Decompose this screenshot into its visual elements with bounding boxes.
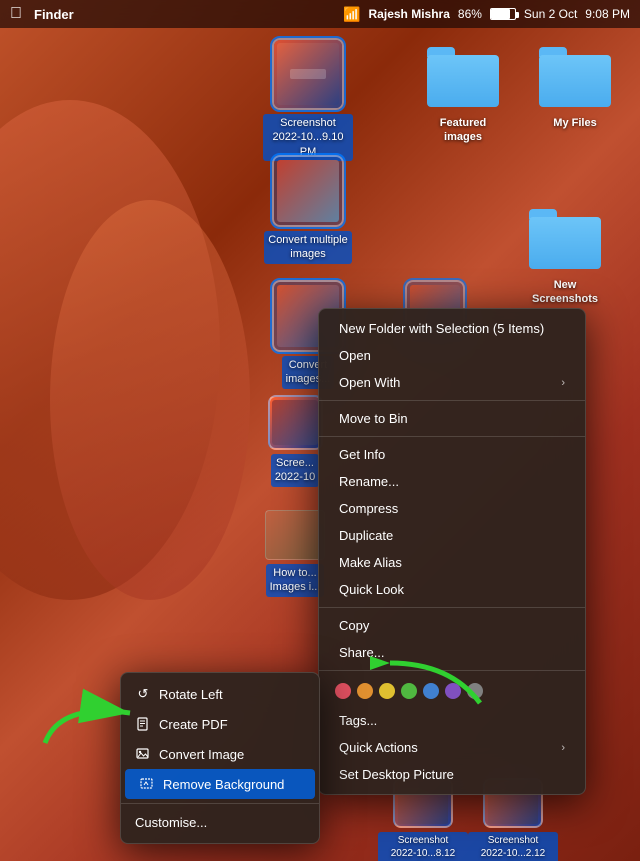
arrow-left-annotation — [30, 673, 140, 753]
menu-item-make-alias[interactable]: Make Alias — [323, 549, 581, 576]
menu-item-rename[interactable]: Rename... — [323, 468, 581, 495]
screenshot-bottom1-label: Screenshot2022-10...8.12 PM — [378, 832, 468, 861]
menu-item-compress[interactable]: Compress — [323, 495, 581, 522]
partial2-label: How to...Images i... — [266, 564, 325, 597]
arrow-right-annotation — [370, 633, 490, 713]
featured-images-label: Featured images — [418, 114, 508, 147]
menu-item-quick-actions[interactable]: Quick Actions › — [323, 734, 581, 761]
menu-item-duplicate[interactable]: Duplicate — [323, 522, 581, 549]
context-menu: New Folder with Selection (5 Items) Open… — [318, 308, 586, 795]
menu-item-set-desktop-picture[interactable]: Set Desktop Picture — [323, 761, 581, 788]
menu-item-quick-look[interactable]: Quick Look — [323, 576, 581, 603]
menu-item-get-info[interactable]: Get Info — [323, 441, 581, 468]
menu-item-new-folder[interactable]: New Folder with Selection (5 Items) — [323, 315, 581, 342]
menu-item-open[interactable]: Open — [323, 342, 581, 369]
username: Rajesh Mishra — [369, 7, 450, 21]
submenu-item-customise[interactable]: Customise... — [121, 808, 319, 837]
convert-multiple-thumbnail — [272, 155, 344, 227]
desktop:  Finder 📶 Rajesh Mishra 86% Sun 2 Oct 9… — [0, 0, 640, 861]
menubar-right: 📶 Rajesh Mishra 86% Sun 2 Oct 9:08 PM — [343, 6, 630, 23]
separator-1 — [319, 400, 585, 401]
desktop-icon-screenshot-main[interactable]: Screenshot2022-10...9.10 PM — [263, 38, 353, 161]
quick-actions-arrow-icon: › — [561, 742, 565, 754]
new-screenshots-thumbnail — [529, 200, 601, 272]
my-files-label: My Files — [549, 114, 600, 132]
date-display: Sun 2 Oct — [524, 7, 577, 21]
apple-menu-icon[interactable]:  — [10, 5, 22, 23]
time-display: 9:08 PM — [585, 7, 630, 21]
battery-percent: 86% — [458, 7, 482, 21]
remove-background-icon — [139, 776, 155, 792]
featured-images-thumbnail — [427, 38, 499, 110]
bg-decoration-2 — [50, 200, 250, 600]
partial1-label: Scree...2022-10 — [271, 454, 319, 487]
desktop-icon-my-files[interactable]: My Files — [530, 38, 620, 132]
menu-item-move-to-bin[interactable]: Move to Bin — [323, 405, 581, 432]
desktop-icon-new-screenshots[interactable]: New Screenshots — [520, 200, 610, 309]
screenshot-main-thumbnail — [272, 38, 344, 110]
desktop-icon-featured-images[interactable]: Featured images — [418, 38, 508, 147]
battery-indicator — [490, 8, 516, 20]
tag-red[interactable] — [335, 683, 351, 699]
my-files-thumbnail — [539, 38, 611, 110]
submenu-item-create-pdf[interactable]: Create PDF — [121, 709, 319, 739]
menu-item-open-with[interactable]: Open With › — [323, 369, 581, 396]
submenu-item-rotate-left[interactable]: ↺ Rotate Left — [121, 679, 319, 709]
screenshot-main-label: Screenshot2022-10...9.10 PM — [263, 114, 353, 161]
submenu-item-remove-background[interactable]: Remove Background — [125, 769, 315, 799]
submenu-separator — [121, 803, 319, 804]
new-screenshots-label: New Screenshots — [520, 276, 610, 309]
submenu-item-convert-image[interactable]: Convert Image — [121, 739, 319, 769]
screenshot-bottom2-label: Screenshot2022-10...2.12 PM — [468, 832, 558, 861]
partial2-thumbnail — [265, 510, 325, 560]
menubar-left:  Finder — [10, 5, 74, 23]
separator-2 — [319, 436, 585, 437]
app-name[interactable]: Finder — [34, 7, 74, 22]
desktop-icon-convert-multiple[interactable]: Convert multipleimages — [263, 155, 353, 264]
open-with-arrow-icon: › — [561, 377, 565, 389]
menubar:  Finder 📶 Rajesh Mishra 86% Sun 2 Oct 9… — [0, 0, 640, 28]
quick-actions-submenu: ↺ Rotate Left Create PDF Convert Image R… — [120, 672, 320, 844]
convert-multiple-label: Convert multipleimages — [264, 231, 351, 264]
separator-3 — [319, 607, 585, 608]
wifi-icon: 📶 — [343, 6, 360, 23]
partial1-thumbnail — [268, 395, 323, 450]
